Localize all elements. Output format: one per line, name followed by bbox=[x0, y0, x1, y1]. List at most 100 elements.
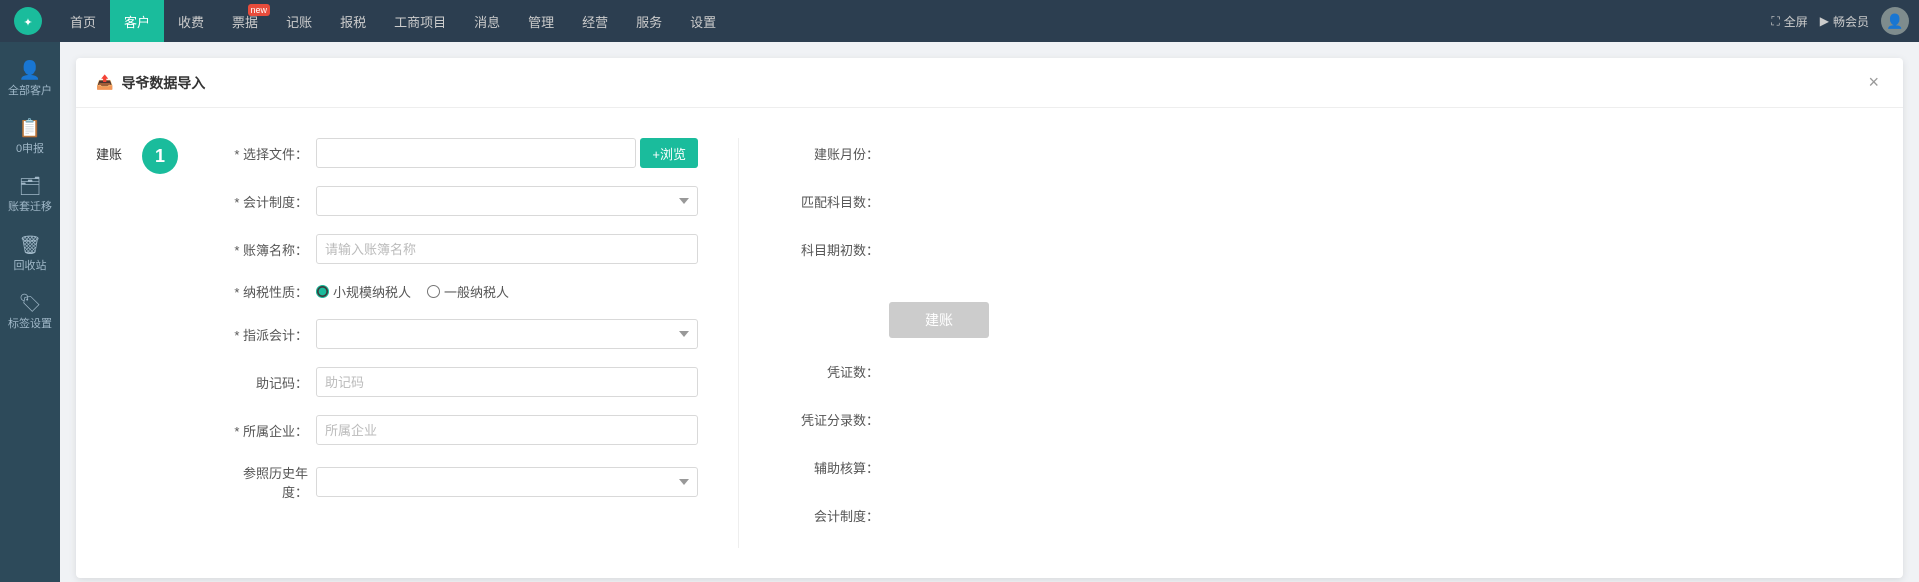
top-navigation: ✦ 首页客户收费票据new记账报税工商项目消息管理经营服务设置 ⛶ 全屏 ▶ 畅… bbox=[0, 0, 1919, 42]
vip-button[interactable]: ▶ 畅会员 bbox=[1820, 13, 1869, 30]
top-nav-right: ⛶ 全屏 ▶ 畅会员 👤 bbox=[1771, 7, 1909, 35]
sidebar: 👤 全部客户 📋 0申报 🗂 账套迁移 🗑 回收站 🏷 标签设置 bbox=[0, 42, 60, 582]
nav-item-business[interactable]: 工商项目 bbox=[380, 0, 460, 42]
memo-label: 助记码： bbox=[218, 373, 308, 392]
app-logo: ✦ bbox=[10, 3, 46, 39]
nav-item-bookkeeping[interactable]: 记账 bbox=[272, 0, 326, 42]
accountant-row: * 指派会计： bbox=[218, 319, 698, 349]
file-input-group: +浏览 bbox=[316, 138, 698, 168]
fullscreen-label: 全屏 bbox=[1784, 13, 1808, 30]
sidebar-item-label-tag-settings: 标签设置 bbox=[8, 318, 52, 331]
match-subject-row: 匹配科目数： bbox=[779, 186, 1179, 216]
panel-header: 📤 导爷数据导入 × bbox=[76, 58, 1903, 108]
nav-item-home[interactable]: 首页 bbox=[56, 0, 110, 42]
ledger-name-row: * 账簿名称： bbox=[218, 234, 698, 264]
accountant-label: * 指派会计： bbox=[218, 325, 308, 344]
info-section: 建账月份： 匹配科目数： 科目期初数： 建账 bbox=[779, 138, 1179, 548]
fullscreen-icon: ⛶ bbox=[1771, 14, 1779, 29]
all-customers-icon: 👤 bbox=[19, 60, 41, 81]
auxiliary-row: 辅助核算： bbox=[779, 452, 1179, 482]
step-section: 建账 1 bbox=[96, 138, 178, 548]
sidebar-item-all-customers[interactable]: 👤 全部客户 bbox=[2, 52, 58, 106]
sidebar-item-label-account-migration: 账套迁移 bbox=[8, 201, 52, 214]
history-year-row: 参照历史年度： bbox=[218, 463, 698, 501]
accounting-system-row: * 会计制度： bbox=[218, 186, 698, 216]
step-label: 建账 bbox=[96, 144, 122, 163]
sidebar-item-declaration[interactable]: 📋 0申报 bbox=[2, 110, 58, 164]
panel-title-area: 📤 导爷数据导入 bbox=[96, 73, 205, 93]
voucher-row: 凭证数： bbox=[779, 356, 1179, 386]
voucher-records-row: 凭证分录数： bbox=[779, 404, 1179, 434]
voucher-records-label: 凭证分录数： bbox=[779, 410, 879, 429]
accounting-system-select[interactable] bbox=[316, 186, 698, 216]
step-circle: 1 bbox=[142, 138, 178, 174]
sidebar-item-label-recycle: 回收站 bbox=[14, 260, 47, 273]
panel-close-button[interactable]: × bbox=[1864, 72, 1883, 93]
subject-initial-row: 科目期初数： bbox=[779, 234, 1179, 264]
tax-type-row: * 纳税性质： 小规模纳税人 一般纳税人 bbox=[218, 282, 698, 301]
nav-item-tax[interactable]: 报税 bbox=[326, 0, 380, 42]
avatar-icon: 👤 bbox=[1886, 13, 1903, 30]
browse-button[interactable]: +浏览 bbox=[640, 138, 698, 168]
history-year-select[interactable] bbox=[316, 467, 698, 497]
file-row: * 选择文件： +浏览 bbox=[218, 138, 698, 168]
panel-title-icon: 📤 bbox=[96, 74, 113, 91]
declaration-icon: 📋 bbox=[19, 118, 41, 139]
accounting-system-result-row: 会计制度： bbox=[779, 500, 1179, 530]
nav-item-manage[interactable]: 管理 bbox=[514, 0, 568, 42]
memo-input[interactable] bbox=[316, 367, 698, 397]
import-panel: 📤 导爷数据导入 × 建账 1 * 选择文件： bbox=[76, 58, 1903, 578]
history-year-label: 参照历史年度： bbox=[218, 463, 308, 501]
company-row: * 所属企业： bbox=[218, 415, 698, 445]
nav-item-fee[interactable]: 收费 bbox=[164, 0, 218, 42]
tax-general-label: 一般纳税人 bbox=[444, 282, 509, 301]
tax-type-label: * 纳税性质： bbox=[218, 282, 308, 301]
nav-item-service[interactable]: 服务 bbox=[622, 0, 676, 42]
form-section: * 选择文件： +浏览 * 会计制度： bbox=[218, 138, 698, 548]
sidebar-item-label-declaration: 0申报 bbox=[16, 143, 44, 156]
subject-initial-label: 科目期初数： bbox=[779, 240, 879, 259]
auxiliary-label: 辅助核算： bbox=[779, 458, 879, 477]
tax-general-radio[interactable] bbox=[427, 285, 440, 298]
nav-items: 首页客户收费票据new记账报税工商项目消息管理经营服务设置 bbox=[56, 0, 1771, 42]
tax-small-radio[interactable] bbox=[316, 285, 329, 298]
vip-label: 畅会员 bbox=[1833, 13, 1869, 30]
sidebar-item-label-all-customers: 全部客户 bbox=[8, 85, 52, 98]
tag-settings-icon: 🏷 bbox=[19, 293, 42, 314]
file-input[interactable] bbox=[316, 138, 636, 168]
vip-icon: ▶ bbox=[1820, 14, 1829, 28]
company-label: * 所属企业： bbox=[218, 421, 308, 440]
nav-item-message[interactable]: 消息 bbox=[460, 0, 514, 42]
memo-row: 助记码： bbox=[218, 367, 698, 397]
tax-type-radio-group: 小规模纳税人 一般纳税人 bbox=[316, 282, 698, 301]
file-label: * 选择文件： bbox=[218, 144, 308, 163]
match-subject-label: 匹配科目数： bbox=[779, 192, 879, 211]
nav-item-customer[interactable]: 客户 bbox=[110, 0, 164, 42]
accountant-select[interactable] bbox=[316, 319, 698, 349]
badge-new: new bbox=[248, 4, 271, 16]
ledger-name-input[interactable] bbox=[316, 234, 698, 264]
recycle-icon: 🗑 bbox=[19, 235, 42, 256]
sidebar-item-account-migration[interactable]: 🗂 账套迁移 bbox=[2, 168, 58, 222]
section-divider bbox=[738, 138, 739, 548]
company-input[interactable] bbox=[316, 415, 698, 445]
panel-title: 导爷数据导入 bbox=[121, 73, 205, 93]
accounting-system-result-label: 会计制度： bbox=[779, 506, 879, 525]
sidebar-item-tag-settings[interactable]: 🏷 标签设置 bbox=[2, 285, 58, 339]
build-account-button[interactable]: 建账 bbox=[889, 302, 989, 338]
nav-item-settings[interactable]: 设置 bbox=[676, 0, 730, 42]
tax-small-option[interactable]: 小规模纳税人 bbox=[316, 282, 411, 301]
nav-item-operation[interactable]: 经营 bbox=[568, 0, 622, 42]
svg-text:✦: ✦ bbox=[23, 17, 32, 29]
sidebar-item-recycle[interactable]: 🗑 回收站 bbox=[2, 227, 58, 281]
nav-item-invoice[interactable]: 票据new bbox=[218, 0, 272, 42]
content-area: 📤 导爷数据导入 × 建账 1 * 选择文件： bbox=[60, 42, 1919, 582]
account-migration-icon: 🗂 bbox=[19, 176, 42, 197]
avatar[interactable]: 👤 bbox=[1881, 7, 1909, 35]
tax-general-option[interactable]: 一般纳税人 bbox=[427, 282, 509, 301]
fullscreen-button[interactable]: ⛶ 全屏 bbox=[1771, 13, 1807, 30]
main-layout: 👤 全部客户 📋 0申报 🗂 账套迁移 🗑 回收站 🏷 标签设置 📤 导爷数据导入 × 建账 1 bbox=[0, 42, 1919, 582]
ledger-name-label: * 账簿名称： bbox=[218, 240, 308, 259]
voucher-label: 凭证数： bbox=[779, 362, 879, 381]
account-month-label: 建账月份： bbox=[779, 144, 879, 163]
